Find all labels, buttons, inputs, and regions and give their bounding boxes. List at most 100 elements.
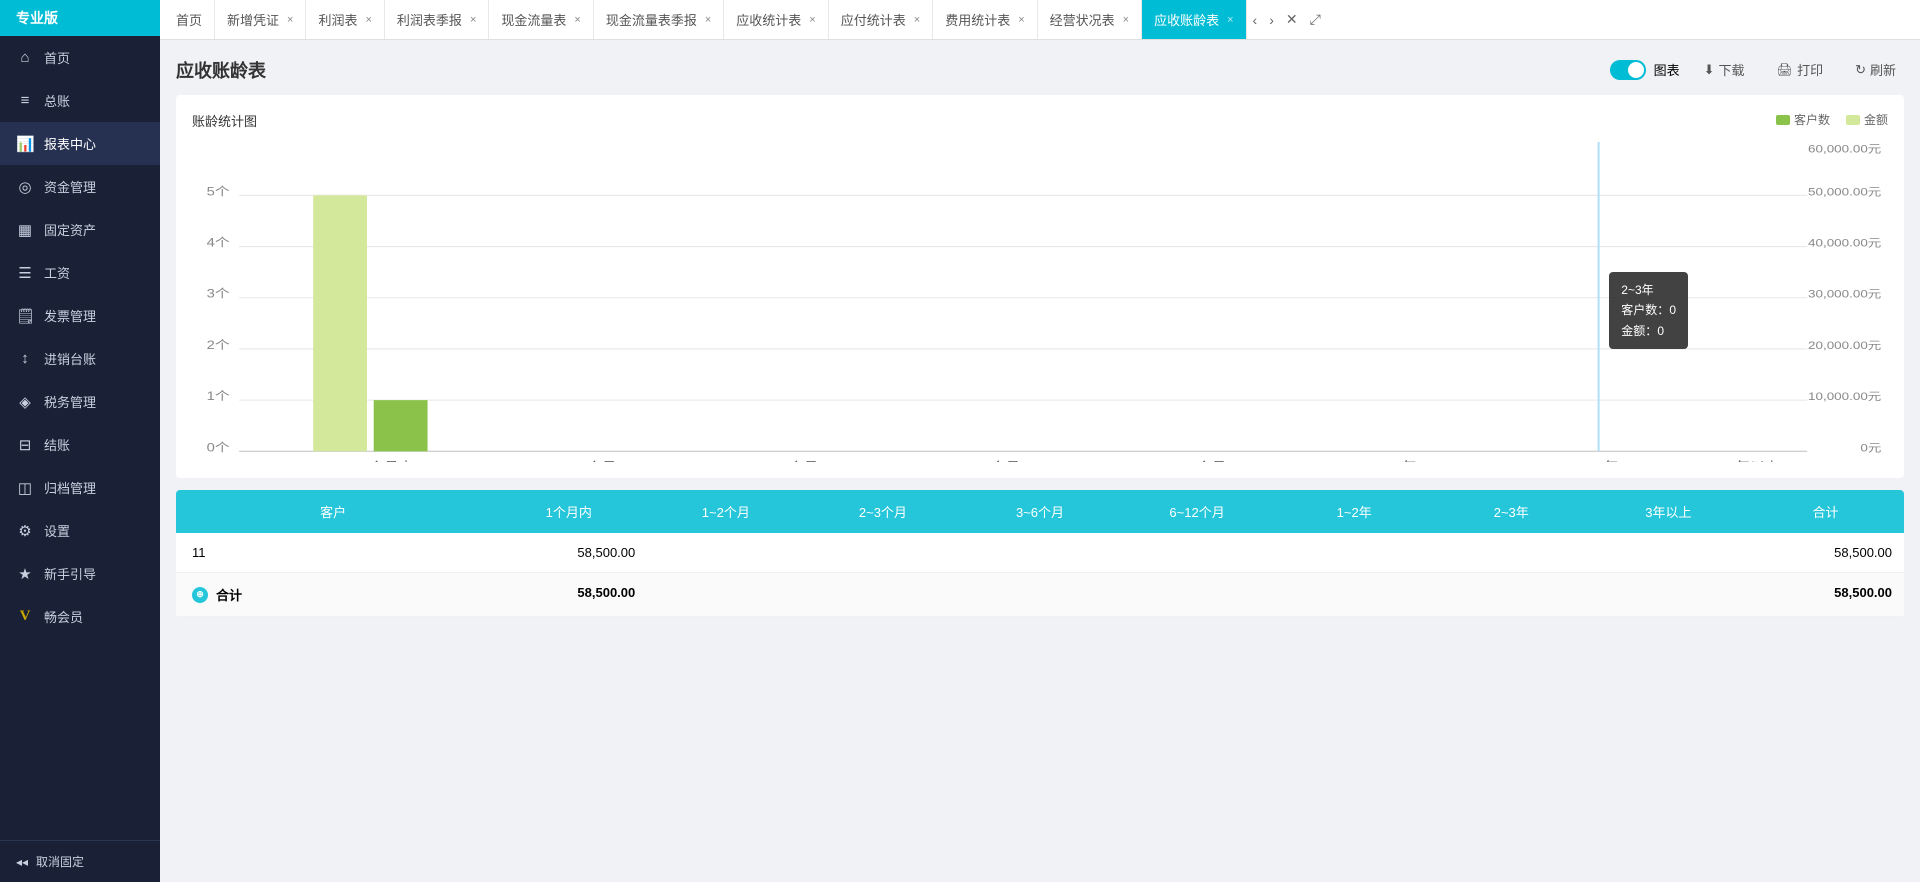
table-summary-row: ⊕ 合计 58,500.00 58,500.00 xyxy=(176,573,1904,617)
tab-home[interactable]: 首页 xyxy=(164,0,215,39)
summary-icon: ⊕ xyxy=(192,587,208,603)
table-row: 11 58,500.00 58,500.00 xyxy=(176,533,1904,573)
guide-icon: ★ xyxy=(16,565,34,583)
refresh-label: 刷新 xyxy=(1870,60,1896,79)
chart-wrapper: 0个 1个 2个 3个 4个 5个 0元 10,000.00元 20,000.0… xyxy=(192,142,1888,462)
sidebar-label-settings: 设置 xyxy=(44,521,70,540)
payroll-icon: ☰ xyxy=(16,264,34,282)
tab-cashflow-close[interactable]: × xyxy=(574,14,580,26)
data-table: 客户 1个月内 1~2个月 2~3个月 3~6个月 6~12个月 1~2年 2~… xyxy=(176,490,1904,617)
svg-text:5个: 5个 xyxy=(207,185,230,198)
sidebar-item-closing[interactable]: ⊟ 结账 xyxy=(0,423,160,466)
tab-new-voucher[interactable]: 新增凭证 × xyxy=(215,0,306,39)
summary-y3plus xyxy=(1590,573,1747,616)
chart-svg: 0个 1个 2个 3个 4个 5个 0元 10,000.00元 20,000.0… xyxy=(192,142,1888,462)
svg-text:10,000.00元: 10,000.00元 xyxy=(1808,390,1881,402)
sidebar-item-assets[interactable]: ▦ 固定资产 xyxy=(0,208,160,251)
tab-expand-button[interactable]: ⤢ xyxy=(1304,0,1327,39)
sidebar-item-ledger[interactable]: ≡ 总账 xyxy=(0,79,160,122)
sidebar-item-home[interactable]: ⌂ 首页 xyxy=(0,36,160,79)
print-icon: 🖨 xyxy=(1777,62,1794,78)
sidebar: 专业版 ⌂ 首页 ≡ 总账 📊 报表中心 ◎ 资金管理 ▦ 固定资产 ☰ 工资 … xyxy=(0,0,160,882)
summary-label-cell: ⊕ 合计 xyxy=(176,573,490,616)
svg-text:50,000.00元: 50,000.00元 xyxy=(1808,186,1881,198)
sidebar-label-inventory: 进销台账 xyxy=(44,349,96,368)
svg-text:60,000.00元: 60,000.00元 xyxy=(1808,143,1881,155)
col-m612: 6~12个月 xyxy=(1119,490,1276,533)
tab-payable-stats-close[interactable]: × xyxy=(914,14,920,26)
tab-bar: 首页 新增凭证 × 利润表 × 利润表季报 × 现金流量表 × 现金流量表季报 … xyxy=(160,0,1920,40)
tab-next-button[interactable]: › xyxy=(1263,0,1280,39)
tab-profit-close[interactable]: × xyxy=(365,14,371,26)
sidebar-label-tax: 税务管理 xyxy=(44,392,96,411)
legend-amount: 金额 xyxy=(1846,111,1888,128)
sidebar-unpin-button[interactable]: ◂◂ 取消固定 xyxy=(0,840,160,882)
chart-title: 账龄统计图 xyxy=(192,111,1888,130)
tab-cashflow-quarter[interactable]: 现金流量表季报 × xyxy=(594,0,724,39)
summary-m23 xyxy=(804,573,961,616)
sidebar-item-guide[interactable]: ★ 新手引导 xyxy=(0,552,160,595)
sidebar-item-tax[interactable]: ◈ 税务管理 xyxy=(0,380,160,423)
sidebar-item-payroll[interactable]: ☰ 工资 xyxy=(0,251,160,294)
tab-profit[interactable]: 利润表 × xyxy=(306,0,384,39)
svg-text:2~3年: 2~3年 xyxy=(1579,460,1619,462)
chart-toggle[interactable] xyxy=(1610,60,1646,80)
tab-profit-quarter[interactable]: 利润表季报 × xyxy=(385,0,489,39)
tab-operations[interactable]: 经营状况表 × xyxy=(1038,0,1142,39)
tab-close-all-button[interactable]: ✕ xyxy=(1280,0,1304,39)
svg-text:3~6个月: 3~6个月 xyxy=(966,460,1021,462)
tab-receivable-stats[interactable]: 应收统计表 × xyxy=(724,0,828,39)
chart-legend: 客户数 金额 xyxy=(1776,111,1888,128)
sidebar-item-funds[interactable]: ◎ 资金管理 xyxy=(0,165,160,208)
tab-expense-stats[interactable]: 费用统计表 × xyxy=(933,0,1037,39)
svg-text:3年以上: 3年以上 xyxy=(1727,460,1780,462)
bar-amount-1 xyxy=(313,195,367,451)
cell-m36 xyxy=(961,533,1118,572)
funds-icon: ◎ xyxy=(16,178,34,196)
chart-area: 账龄统计图 客户数 金额 0个 1个 2个 3个 4个 xyxy=(176,95,1904,478)
cell-m612 xyxy=(1119,533,1276,572)
legend-customers-color xyxy=(1776,115,1790,125)
tab-receivable-aging-close[interactable]: × xyxy=(1227,14,1233,26)
sidebar-item-settings[interactable]: ⚙ 设置 xyxy=(0,509,160,552)
tab-receivable-stats-close[interactable]: × xyxy=(809,14,815,26)
tab-operations-close[interactable]: × xyxy=(1123,14,1129,26)
chart-toggle-group: 图表 xyxy=(1610,60,1680,80)
sidebar-label-invoice: 发票管理 xyxy=(44,306,96,325)
summary-m1: 58,500.00 xyxy=(490,573,647,616)
tab-profit-label: 利润表 xyxy=(318,10,357,29)
sidebar-item-reports[interactable]: 📊 报表中心 xyxy=(0,122,160,165)
tab-home-label: 首页 xyxy=(176,10,202,29)
svg-text:3个: 3个 xyxy=(207,287,230,300)
settings-icon: ⚙ xyxy=(16,522,34,540)
sidebar-item-inventory[interactable]: ↕ 进销台账 xyxy=(0,337,160,380)
sidebar-label-vip: 畅会员 xyxy=(44,607,83,626)
tab-payable-stats[interactable]: 应付统计表 × xyxy=(829,0,933,39)
summary-m36 xyxy=(961,573,1118,616)
refresh-icon: ↻ xyxy=(1855,62,1866,78)
tab-new-voucher-close[interactable]: × xyxy=(287,14,293,26)
tab-payable-stats-label: 应付统计表 xyxy=(841,10,906,29)
download-button[interactable]: ⬇ 下载 xyxy=(1696,56,1753,83)
summary-y12 xyxy=(1276,573,1433,616)
sidebar-item-vip[interactable]: V 畅会员 xyxy=(0,595,160,638)
svg-text:2个: 2个 xyxy=(207,338,230,351)
refresh-button[interactable]: ↻ 刷新 xyxy=(1847,56,1904,83)
summary-y23 xyxy=(1433,573,1590,616)
download-label: 下载 xyxy=(1719,60,1745,79)
sidebar-item-invoice[interactable]: 🗒 发票管理 xyxy=(0,294,160,337)
tab-cashflow[interactable]: 现金流量表 × xyxy=(489,0,593,39)
download-icon: ⬇ xyxy=(1704,62,1715,78)
sidebar-item-archive[interactable]: ◫ 归档管理 xyxy=(0,466,160,509)
tab-profit-quarter-close[interactable]: × xyxy=(470,14,476,26)
svg-text:1个: 1个 xyxy=(207,390,230,403)
tab-expense-stats-label: 费用统计表 xyxy=(945,10,1010,29)
tab-cashflow-quarter-close[interactable]: × xyxy=(705,14,711,26)
tab-expense-stats-close[interactable]: × xyxy=(1018,14,1024,26)
tab-prev-button[interactable]: ‹ xyxy=(1247,0,1264,39)
tab-cashflow-quarter-label: 现金流量表季报 xyxy=(606,10,697,29)
sidebar-label-reports: 报表中心 xyxy=(44,134,96,153)
tab-receivable-aging[interactable]: 应收账龄表 × xyxy=(1142,0,1246,39)
legend-customers: 客户数 xyxy=(1776,111,1830,128)
print-button[interactable]: 🖨 打印 xyxy=(1769,56,1832,83)
